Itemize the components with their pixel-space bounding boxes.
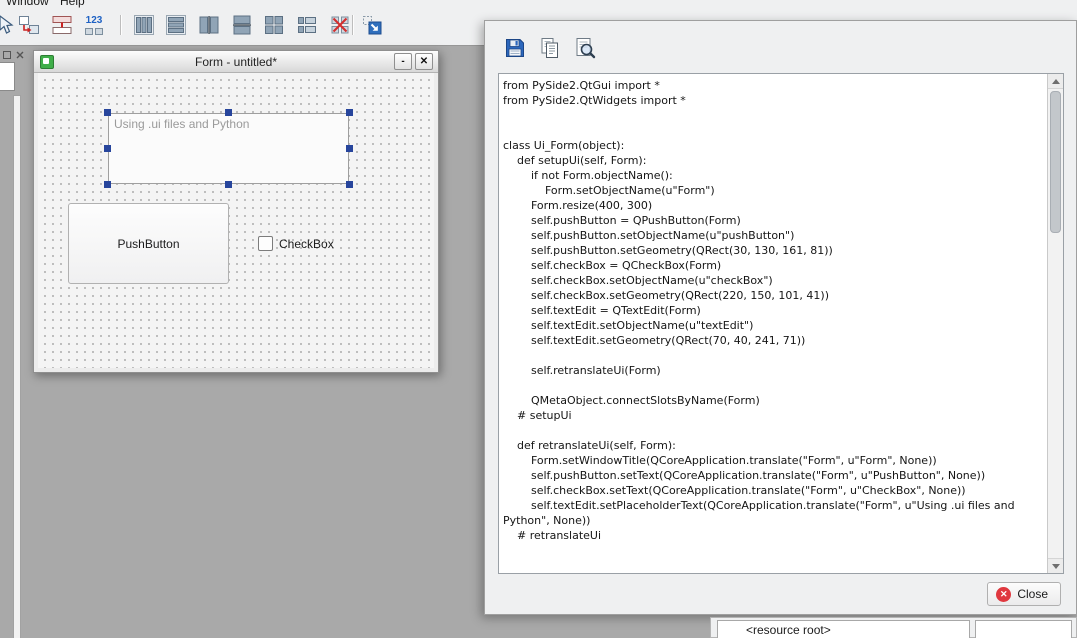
layout-form-button[interactable] [294, 11, 320, 39]
break-layout-button[interactable] [327, 11, 353, 39]
arrow-up-icon [1052, 79, 1060, 84]
scrollbar-thumb[interactable] [1050, 91, 1061, 233]
selection-handle-bottom-middle[interactable] [225, 181, 232, 188]
selection-handle-top-middle[interactable] [225, 109, 232, 116]
break-layout-icon [329, 14, 351, 36]
code-dialog-toolbar [501, 34, 599, 62]
selection-handle-bottom-right[interactable] [346, 181, 353, 188]
layout-horizontal-icon [133, 14, 155, 36]
edit-tab-order-button[interactable]: 123 [81, 11, 107, 39]
qt-designer-window: Window Help 123 [0, 0, 1077, 638]
close-x-icon [15, 50, 25, 60]
checkbox-widget[interactable]: CheckBox [258, 223, 359, 264]
dock-close-button[interactable] [15, 47, 25, 65]
close-circle-glyph: ✕ [1000, 590, 1008, 599]
float-icon [2, 50, 12, 60]
find-button[interactable] [571, 34, 599, 62]
split-horizontal-icon [198, 14, 220, 36]
magnifier-icon [573, 36, 597, 60]
resource-root-item[interactable]: <resource root> [746, 623, 831, 637]
resource-side-panel [975, 620, 1072, 638]
checkbox-indicator[interactable] [258, 236, 273, 251]
edit-signals-slots-button[interactable] [16, 11, 42, 39]
split-vertical-button[interactable] [229, 11, 255, 39]
close-glyph: ✕ [420, 56, 428, 67]
tab-order-icon: 123 [85, 16, 103, 35]
selection-handle-bottom-left[interactable] [104, 181, 111, 188]
form-canvas[interactable]: Using .ui files and Python PushButton Ch… [38, 73, 434, 368]
scroll-up-button[interactable] [1048, 74, 1063, 89]
toolbar-separator [120, 15, 122, 35]
selection-handle-middle-left[interactable] [104, 145, 111, 152]
adjust-size-button[interactable] [359, 11, 385, 39]
selection-handle-top-right[interactable] [346, 109, 353, 116]
textedit-widget[interactable]: Using .ui files and Python [108, 113, 349, 184]
buddy-editor-icon [51, 14, 73, 36]
toolbar-separator [352, 15, 354, 35]
split-horizontal-button[interactable] [196, 11, 222, 39]
save-code-button[interactable] [501, 34, 529, 62]
signals-slots-icon [18, 14, 40, 36]
minimize-glyph: - [401, 56, 404, 67]
textedit-placeholder: Using .ui files and Python [114, 117, 249, 131]
form-designer-window: Form - untitled* - ✕ Using .ui files and… [33, 50, 439, 373]
resource-browser-panel: <resource root> [710, 617, 1077, 638]
layout-grid-button[interactable] [261, 11, 287, 39]
menubar: Window Help [0, 0, 320, 10]
layout-vertical-button[interactable] [163, 11, 189, 39]
close-circle-icon: ✕ [996, 587, 1011, 602]
pushbutton-label: PushButton [117, 237, 179, 251]
copy-icon [538, 36, 562, 60]
view-code-dialog: from PySide2.QtGui import * from PySide2… [484, 20, 1077, 615]
menu-window[interactable]: Window [6, 0, 49, 8]
minimize-button[interactable]: - [394, 53, 412, 70]
close-button-label: Close [1017, 587, 1048, 601]
left-panel-edge [13, 95, 21, 638]
dialog-close-button[interactable]: ✕ Close [987, 582, 1061, 606]
selection-handle-top-left[interactable] [104, 109, 111, 116]
grid-layout-icon [263, 14, 285, 36]
window-close-button[interactable]: ✕ [415, 53, 433, 70]
selection-handle-middle-right[interactable] [346, 145, 353, 152]
checkbox-label: CheckBox [279, 237, 334, 251]
widgetbox-filter-fragment[interactable] [0, 62, 15, 91]
pushbutton-widget[interactable]: PushButton [68, 203, 229, 284]
pointer-icon [0, 14, 15, 36]
arrow-down-icon [1052, 564, 1060, 569]
form-window-title: Form - untitled* [34, 55, 438, 69]
adjust-size-icon [361, 14, 383, 36]
layout-horizontal-button[interactable] [131, 11, 157, 39]
layout-vertical-icon [165, 14, 187, 36]
code-view-frame: from PySide2.QtGui import * from PySide2… [498, 73, 1064, 574]
form-window-titlebar[interactable]: Form - untitled* - ✕ [34, 51, 438, 73]
edit-widgets-button[interactable] [0, 11, 17, 39]
menu-help[interactable]: Help [60, 0, 85, 8]
tab-order-digits: 123 [86, 16, 103, 26]
resource-tree[interactable]: <resource root> [717, 620, 970, 638]
vertical-scrollbar[interactable] [1047, 74, 1063, 573]
edit-buddies-button[interactable] [49, 11, 75, 39]
split-vertical-icon [231, 14, 253, 36]
save-icon [503, 36, 527, 60]
form-layout-icon [296, 14, 318, 36]
scroll-down-button[interactable] [1048, 558, 1063, 573]
code-text[interactable]: from PySide2.QtGui import * from PySide2… [503, 78, 1045, 569]
copy-code-button[interactable] [536, 34, 564, 62]
